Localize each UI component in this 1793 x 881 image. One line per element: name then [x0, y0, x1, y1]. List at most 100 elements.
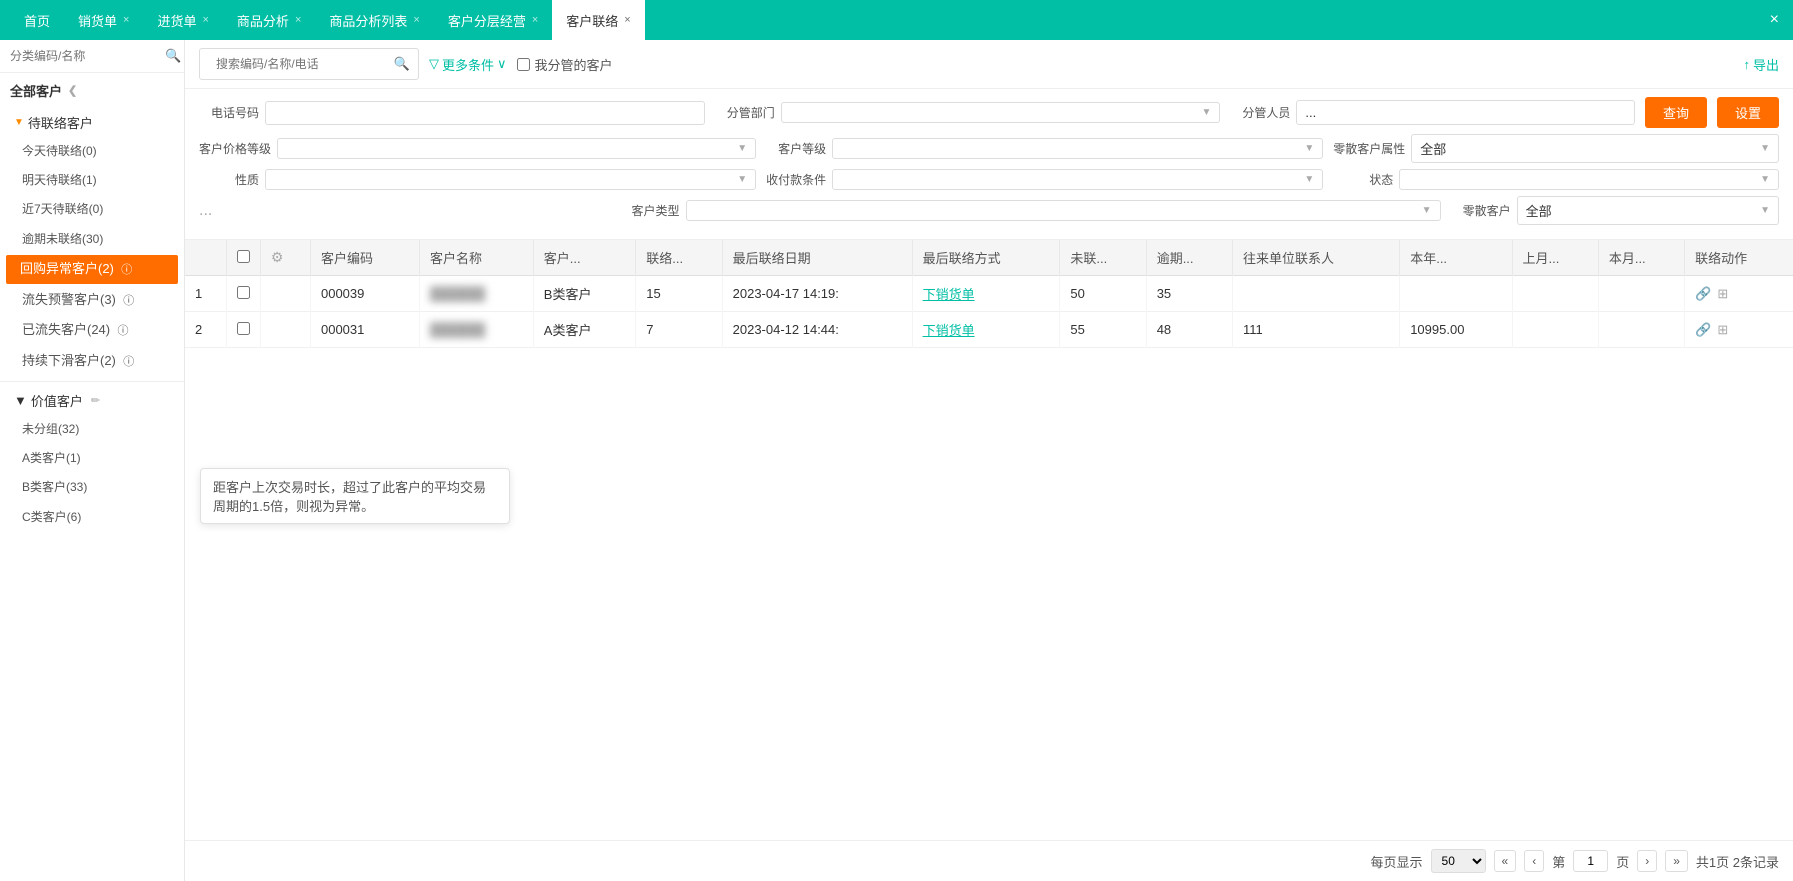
row2-contact-way-link[interactable]: 下销货单: [923, 323, 975, 338]
row2-last-contact-date: 2023-04-12 14:44:: [722, 312, 912, 348]
col-code: 客户编码: [310, 240, 419, 276]
col-name: 客户名称: [419, 240, 533, 276]
row1-last-contact-way: 下销货单: [912, 276, 1060, 312]
retail-attr-select[interactable]: 全部 ▼: [1411, 134, 1779, 163]
prev-page-button[interactable]: ‹: [1524, 850, 1544, 872]
retail-attr-field: 零散客户属性 全部 ▼: [1333, 134, 1779, 163]
status-select[interactable]: ▼: [1399, 169, 1779, 190]
close-product-analysis-icon[interactable]: ×: [295, 14, 301, 26]
row1-this-month: [1598, 276, 1684, 312]
close-all-tabs-button[interactable]: ×: [1770, 11, 1779, 29]
col-index: [185, 240, 226, 276]
per-page-select[interactable]: 50 20 100: [1431, 849, 1486, 873]
row2-checkbox[interactable]: [237, 322, 250, 335]
row2-last-contact-way: 下销货单: [912, 312, 1060, 348]
search-bar-icon[interactable]: 🔍: [394, 56, 410, 72]
sidebar-item-ungrouped[interactable]: 未分组(32): [0, 415, 184, 444]
sidebar-item-churn-warning[interactable]: 流失预警客户(3) ⓘ: [0, 285, 184, 316]
nav-customer-segments[interactable]: 客户分层经营 ×: [434, 0, 552, 40]
value-customer-group[interactable]: ▼ 价值客户 ✏: [0, 386, 184, 415]
manager-label: 分管人员: [1230, 104, 1290, 121]
col-last-month: 上月...: [1512, 240, 1598, 276]
filter-icon: ▽: [429, 56, 439, 72]
content-area: 🔍 ▽ 更多条件 ∨ 我分管的客户 ↑ 导出 电话号码: [185, 40, 1793, 881]
customer-level-select[interactable]: ▼: [832, 138, 1323, 159]
sidebar-item-declining[interactable]: 持续下滑客户(2) ⓘ: [0, 346, 184, 377]
sidebar-item-tomorrow-pending[interactable]: 明天待联络(1): [0, 166, 184, 195]
export-icon: ↑: [1743, 57, 1750, 72]
pending-contact-group[interactable]: ▼ 待联络客户: [0, 108, 184, 137]
settings-button[interactable]: 设置: [1717, 97, 1779, 128]
close-purchase-order-icon[interactable]: ×: [202, 14, 208, 26]
col-gear[interactable]: ⚙: [260, 240, 310, 276]
manager-select[interactable]: ...: [1296, 100, 1635, 125]
pagination-bar: 每页显示 50 20 100 « ‹ 第 页 › » 共1页 2条记录: [185, 840, 1793, 881]
sidebar-search-icon[interactable]: 🔍: [165, 48, 181, 64]
row2-gear: [260, 312, 310, 348]
next-page-button[interactable]: ›: [1637, 850, 1657, 872]
dept-select[interactable]: ▼: [781, 102, 1221, 123]
row2-action-link-icon[interactable]: 🔗: [1695, 322, 1711, 338]
export-button[interactable]: ↑ 导出: [1743, 55, 1779, 74]
col-contact-count: 联络...: [636, 240, 722, 276]
customer-type-select[interactable]: ▼: [686, 200, 1441, 221]
my-customers-checkbox[interactable]: 我分管的客户: [517, 55, 613, 74]
more-filters-dots[interactable]: ...: [199, 202, 212, 220]
sidebar-item-c-class[interactable]: C类客户(6): [0, 503, 184, 532]
nav-sales-order[interactable]: 销货单 ×: [64, 0, 143, 40]
collapse-sidebar-icon[interactable]: ❮: [68, 84, 77, 97]
query-button[interactable]: 查询: [1645, 97, 1707, 128]
row1-contact-way-link[interactable]: 下销货单: [923, 287, 975, 302]
nav-customer-contact[interactable]: 客户联络 ×: [552, 0, 644, 40]
nav-product-analysis[interactable]: 商品分析 ×: [223, 0, 315, 40]
sidebar-item-churned[interactable]: 已流失客户(24) ⓘ: [0, 315, 184, 346]
phone-input[interactable]: [265, 101, 705, 125]
nature-select[interactable]: ▼: [265, 169, 756, 190]
all-customers-title[interactable]: 全部客户 ❮: [0, 73, 184, 108]
sidebar-item-repurchase-anomaly[interactable]: 回购异常客户(2) ⓘ: [6, 255, 178, 284]
col-this-year: 本年...: [1400, 240, 1512, 276]
col-last-contact-date: 最后联络日期: [722, 240, 912, 276]
row1-last-contact-date: 2023-04-17 14:19:: [722, 276, 912, 312]
row1-last-month: [1512, 276, 1598, 312]
close-product-analysis-list-icon[interactable]: ×: [413, 14, 419, 26]
select-all-checkbox[interactable]: [237, 250, 250, 263]
sidebar-item-today-pending[interactable]: 今天待联络(0): [0, 137, 184, 166]
sidebar-item-b-class[interactable]: B类客户(33): [0, 473, 184, 502]
sidebar-item-a-class[interactable]: A类客户(1): [0, 444, 184, 473]
sidebar-search-box[interactable]: 🔍: [0, 40, 184, 73]
payment-caret-icon: ▼: [1304, 174, 1314, 185]
col-type: 客户...: [533, 240, 636, 276]
sidebar: 🔍 全部客户 ❮ ▼ 待联络客户 今天待联络(0) 明天待联络(1) 近7天待联…: [0, 40, 185, 881]
close-sales-order-icon[interactable]: ×: [123, 14, 129, 26]
row1-action-link-icon[interactable]: 🔗: [1695, 286, 1711, 302]
sidebar-item-overdue-contact[interactable]: 逾期未联络(30): [0, 225, 184, 254]
first-page-button[interactable]: «: [1494, 850, 1517, 872]
last-page-button[interactable]: »: [1665, 850, 1688, 872]
nav-product-analysis-list[interactable]: 商品分析列表 ×: [315, 0, 433, 40]
row1-action-grid-icon[interactable]: ⊞: [1717, 286, 1728, 302]
row2-action-grid-icon[interactable]: ⊞: [1717, 322, 1728, 338]
nav-purchase-order[interactable]: 进货单 ×: [143, 0, 222, 40]
page-number-input[interactable]: [1573, 850, 1608, 872]
my-customers-input[interactable]: [517, 58, 530, 71]
retail-customer-select[interactable]: 全部 ▼: [1517, 196, 1779, 225]
row2-name: ██████: [419, 312, 533, 348]
row2-this-year: 10995.00: [1400, 312, 1512, 348]
col-action: 联络动作: [1685, 240, 1793, 276]
search-input[interactable]: [208, 53, 394, 75]
payment-select[interactable]: ▼: [832, 169, 1323, 190]
sidebar-item-7days-pending[interactable]: 近7天待联络(0): [0, 195, 184, 224]
close-customer-segments-icon[interactable]: ×: [532, 14, 538, 26]
row1-unread: 50: [1060, 276, 1146, 312]
row2-this-month: [1598, 312, 1684, 348]
row2-last-month: [1512, 312, 1598, 348]
close-customer-contact-icon[interactable]: ×: [624, 14, 630, 26]
row1-checkbox[interactable]: [237, 286, 250, 299]
more-conditions-button[interactable]: ▽ 更多条件 ∨: [429, 55, 507, 74]
nav-home[interactable]: 首页: [10, 0, 64, 40]
price-level-select[interactable]: ▼: [277, 138, 756, 159]
row2-type: A类客户: [533, 312, 636, 348]
sidebar-search-input[interactable]: [10, 49, 165, 63]
row1-type: B类客户: [533, 276, 636, 312]
